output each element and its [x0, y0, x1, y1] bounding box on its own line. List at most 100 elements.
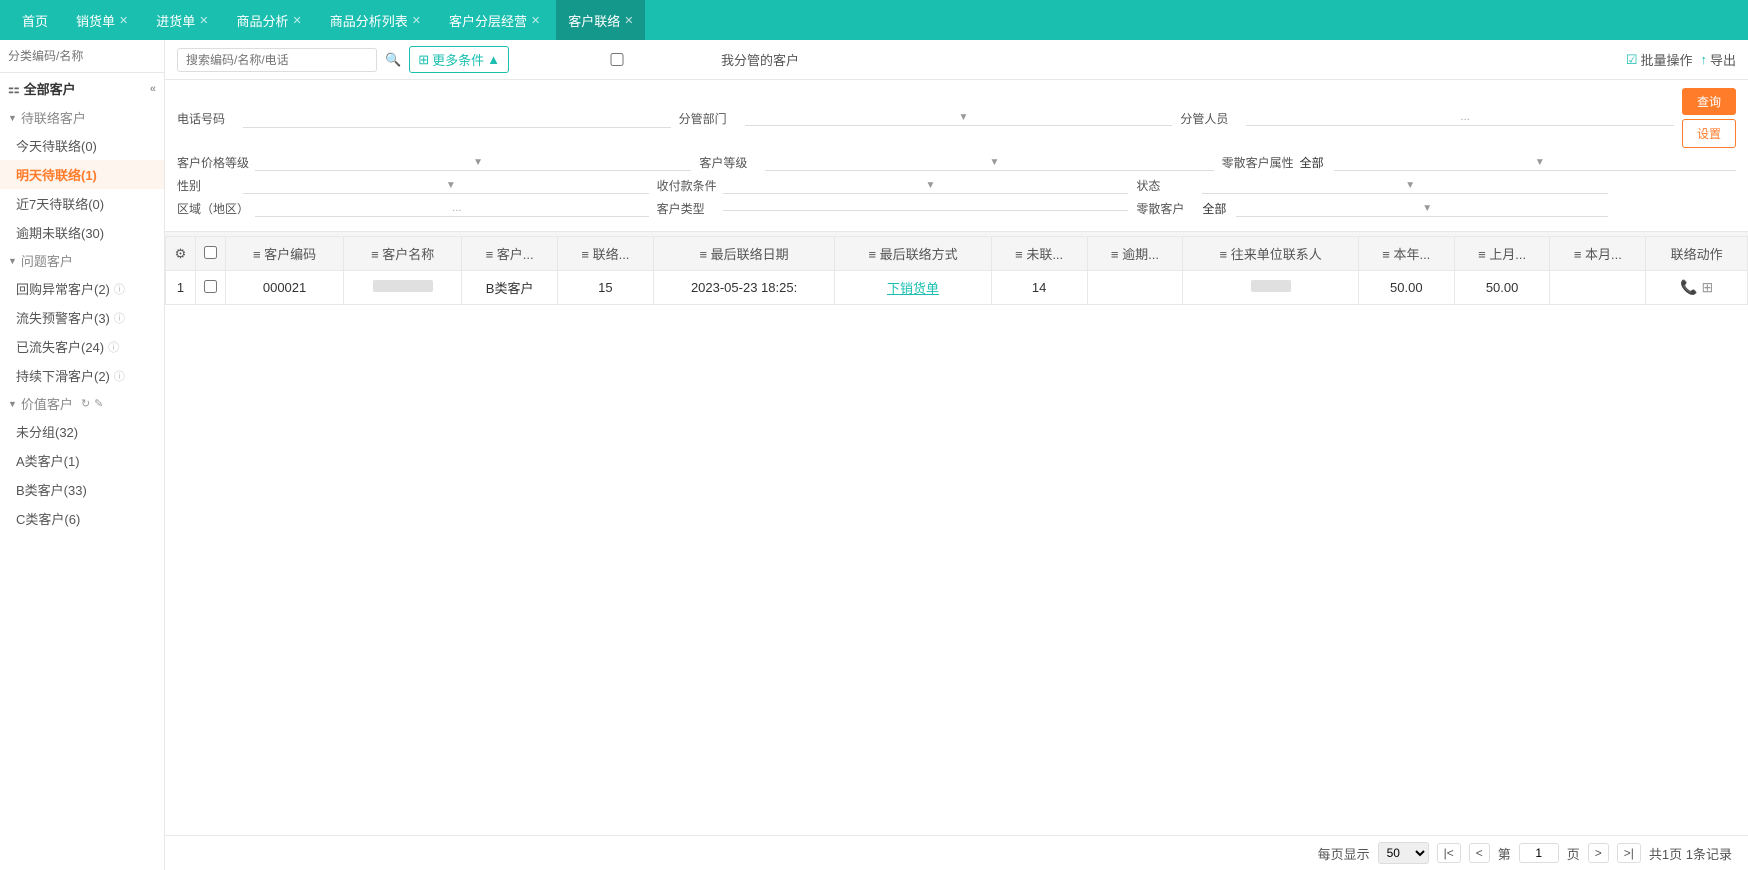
triangle-down-icon: ▼ [8, 113, 17, 123]
phone-input[interactable] [247, 111, 667, 125]
page-input[interactable] [1519, 843, 1559, 863]
sidebar-tomorrow-contact[interactable]: 明天待联络(1) [0, 160, 164, 189]
nav-close-product-analysis-list[interactable]: ✕ [412, 14, 421, 27]
price-level-caret-icon: ▼ [473, 157, 687, 168]
retail-customer-group: 零散客户 全部 ▼ [1136, 200, 1608, 217]
row-select-checkbox[interactable] [204, 280, 217, 293]
checkbox-icon: ☑ [1626, 52, 1638, 68]
row-type: B类客户 [462, 271, 558, 305]
last-page-btn[interactable]: >| [1617, 843, 1641, 863]
sidebar-search-input[interactable] [8, 49, 163, 63]
nav-product-analysis[interactable]: 商品分析 ✕ [224, 0, 313, 40]
nav-close-purchase-order[interactable]: ✕ [199, 14, 208, 27]
col-last-method: ≡ 最后联络方式 [835, 237, 991, 271]
region-group: 区域（地区） … [177, 200, 649, 217]
my-customers-checkbox[interactable] [517, 53, 717, 66]
row-last-month: 50.00 [1454, 271, 1550, 305]
col-settings[interactable]: ⚙ [166, 237, 196, 271]
next-page-btn[interactable]: > [1588, 843, 1609, 863]
info-icon3: ⓘ [108, 339, 119, 355]
page-suffix: 页 [1567, 844, 1580, 863]
sidebar-overdue-contact[interactable]: 逾期未联络(30) [0, 218, 164, 247]
batch-operation-btn[interactable]: ☑ 批量操作 [1626, 50, 1693, 69]
col-code: ≡ 客户编码 [226, 237, 344, 271]
sidebar-pending-header[interactable]: ▼ 待联络客户 [0, 104, 164, 131]
grid-icon: ⚏ [8, 81, 20, 97]
customer-level-caret-icon: ▼ [990, 157, 1210, 168]
sidebar-lost[interactable]: 已流失客户(24) ⓘ [0, 332, 164, 361]
my-customers-checkbox-label[interactable]: 我分管的客户 [517, 50, 799, 69]
table-footer: 每页显示 50 100 200 |< < 第 页 > >| 共1页 1条记录 [165, 835, 1748, 870]
sidebar-today-contact[interactable]: 今天待联络(0) [0, 131, 164, 160]
region-label: 区域（地区） [177, 200, 249, 217]
content-area: 🔍 ⊞ 更多条件 ▲ 我分管的客户 ☑ 批量操作 ↑ 导出 [165, 40, 1748, 870]
col-checkbox[interactable] [196, 237, 226, 271]
sidebar-class-c[interactable]: C类客户(6) [0, 504, 164, 533]
more-action-icon[interactable]: ⊞ [1701, 279, 1713, 296]
sidebar-problem-header[interactable]: ▼ 问题客户 [0, 247, 164, 274]
phone-action-icon[interactable]: 📞 [1680, 279, 1697, 296]
more-conditions-btn[interactable]: ⊞ 更多条件 ▲ [409, 46, 509, 73]
sidebar-class-b[interactable]: B类客户(33) [0, 475, 164, 504]
row-last-method[interactable]: 下销货单 [835, 271, 991, 305]
refresh-icon[interactable]: ↻ [81, 397, 90, 410]
page-label: 第 [1498, 844, 1511, 863]
nav-close-sales-order[interactable]: ✕ [119, 14, 128, 27]
total-records: 共1页 1条记录 [1649, 844, 1732, 863]
top-navigation: 首页 销货单 ✕ 进货单 ✕ 商品分析 ✕ 商品分析列表 ✕ 客户分层经营 ✕ … [0, 0, 1748, 40]
filter-row-4: 区域（地区） … 客户类型 零散客户 全部 [177, 200, 1736, 217]
main-layout: 🔍 ⚏ 全部客户 « ▼ 待联络客户 今天待联络(0) 明天待联络(1) 近7天… [0, 40, 1748, 870]
col-overdue: ≡ 逾期... [1087, 237, 1183, 271]
sidebar-ungrouped[interactable]: 未分组(32) [0, 417, 164, 446]
status-group: 状态 ▼ [1136, 177, 1608, 194]
edit-icon[interactable]: ✎ [94, 397, 103, 410]
col-uncontacted: ≡ 未联... [991, 237, 1087, 271]
row-checkbox[interactable] [196, 271, 226, 305]
main-search-icon[interactable]: 🔍 [385, 52, 401, 68]
export-btn[interactable]: ↑ 导出 [1700, 50, 1736, 69]
sidebar-losing[interactable]: 流失预警客户(3) ⓘ [0, 303, 164, 332]
triangle-down-icon2: ▼ [8, 256, 17, 266]
row-year-amount: 50.00 [1358, 271, 1454, 305]
col-contact-person: ≡ 往来单位联系人 [1183, 237, 1359, 271]
advanced-filters: 电话号码 分管部门 ▼ 分管人员 … [165, 80, 1748, 232]
nav-customer-contact[interactable]: 客户联络 ✕ [556, 0, 645, 40]
col-contact-count: ≡ 联络... [558, 237, 654, 271]
sidebar-near7-contact[interactable]: 近7天待联络(0) [0, 189, 164, 218]
chevron-up-icon: ▲ [487, 52, 500, 67]
nav-purchase-order[interactable]: 进货单 ✕ [144, 0, 220, 40]
main-search-input[interactable] [177, 48, 377, 72]
triangle-down-icon3: ▼ [8, 399, 17, 409]
row-overdue [1087, 271, 1183, 305]
nav-close-product-analysis[interactable]: ✕ [293, 14, 302, 27]
customer-type-label: 客户类型 [657, 200, 717, 217]
sidebar-continuous-decline[interactable]: 持续下滑客户(2) ⓘ [0, 361, 164, 390]
retail-customer-caret-icon: ▼ [1422, 203, 1604, 214]
sidebar-abnormal[interactable]: 回购异常客户(2) ⓘ [0, 274, 164, 303]
nav-customer-tiering[interactable]: 客户分层经营 ✕ [437, 0, 552, 40]
dept-group: 分管部门 ▼ [679, 110, 1173, 127]
row-index: 1 [166, 271, 196, 305]
collapse-icon[interactable]: « [150, 83, 156, 95]
price-level-group: 客户价格等级 ▼ [177, 154, 691, 171]
nav-home[interactable]: 首页 [10, 0, 60, 40]
first-page-btn[interactable]: |< [1437, 843, 1461, 863]
per-page-select[interactable]: 50 100 200 [1378, 842, 1429, 864]
table-header-row: ⚙ ≡ 客户编码 ≡ 客户名称 ≡ 客户... ≡ 联络... ≡ 最后联络日期… [166, 237, 1748, 271]
row-name [344, 271, 462, 305]
last-method-link[interactable]: 下销货单 [887, 281, 939, 296]
sidebar-class-a[interactable]: A类客户(1) [0, 446, 164, 475]
nav-sales-order[interactable]: 销货单 ✕ [64, 0, 140, 40]
set-btn[interactable]: 设置 [1682, 119, 1736, 148]
prev-page-btn[interactable]: < [1469, 843, 1490, 863]
table-row: 1 000021 B类客户 15 2023-05-23 18:25: 下销货单 … [166, 271, 1748, 305]
nav-close-customer-contact[interactable]: ✕ [624, 14, 633, 27]
nav-product-analysis-list[interactable]: 商品分析列表 ✕ [318, 0, 433, 40]
select-all-checkbox[interactable] [204, 246, 217, 259]
query-btn[interactable]: 查询 [1682, 88, 1736, 115]
nav-close-customer-tiering[interactable]: ✕ [531, 14, 540, 27]
sidebar-value-header[interactable]: ▼ 价值客户 ↻ ✎ [0, 390, 164, 417]
sidebar-all-customers[interactable]: ⚏ 全部客户 « [0, 73, 164, 104]
query-set-buttons: 查询 设置 [1682, 88, 1736, 148]
col-last-month: ≡ 上月... [1454, 237, 1550, 271]
